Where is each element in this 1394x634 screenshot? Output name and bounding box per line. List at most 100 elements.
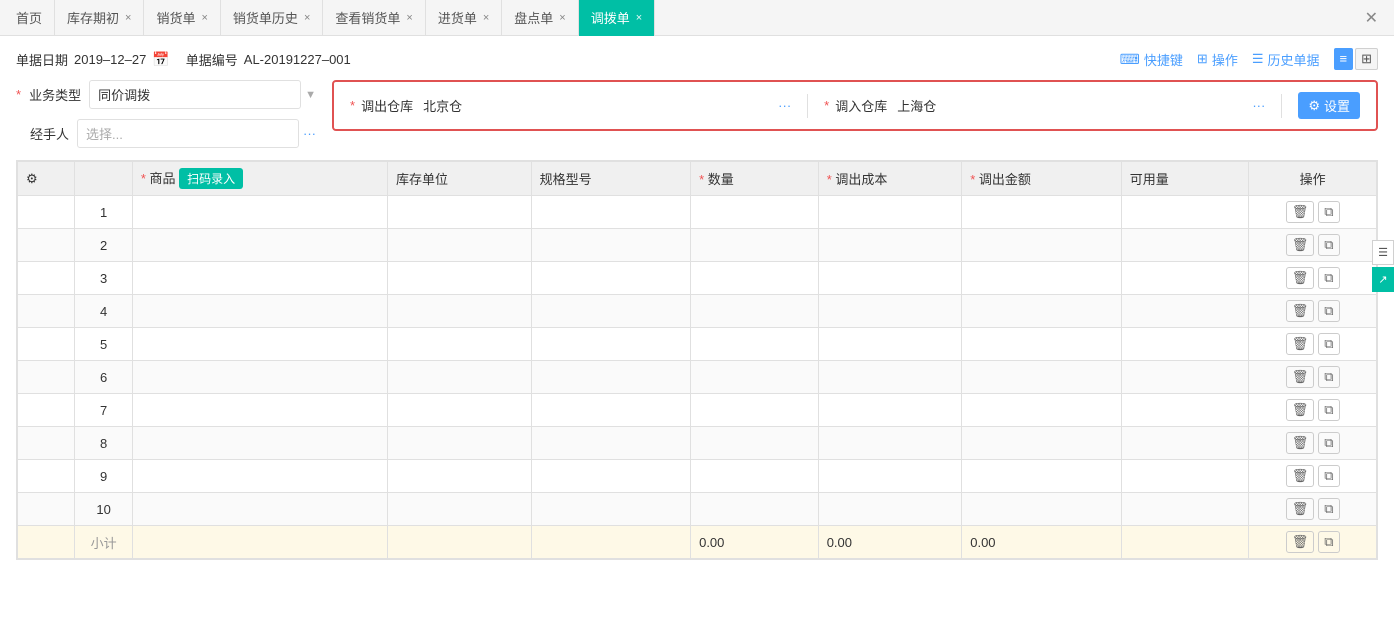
row-copy-btn[interactable]: ⧉: [1318, 267, 1339, 289]
row-cost[interactable]: [818, 328, 962, 361]
row-cost[interactable]: [818, 427, 962, 460]
row-delete-btn[interactable]: 🗑: [1286, 366, 1315, 388]
row-amount[interactable]: [962, 295, 1122, 328]
tab-stocktake[interactable]: 盘点单 ×: [502, 0, 578, 36]
row-copy-btn[interactable]: ⧉: [1318, 399, 1339, 421]
row-spec: [531, 460, 691, 493]
row-copy-btn[interactable]: ⧉: [1318, 333, 1339, 355]
col-gear[interactable]: ⚙: [18, 162, 75, 196]
row-cost[interactable]: [818, 493, 962, 526]
in-wh-value[interactable]: 上海仓: [897, 96, 936, 115]
row-amount[interactable]: [962, 196, 1122, 229]
row-qty[interactable]: [691, 262, 819, 295]
row-copy-btn[interactable]: ⧉: [1318, 465, 1339, 487]
row-qty[interactable]: [691, 394, 819, 427]
row-cost[interactable]: [818, 460, 962, 493]
row-qty[interactable]: [691, 229, 819, 262]
tab-home[interactable]: 首页: [4, 0, 55, 36]
row-amount[interactable]: [962, 460, 1122, 493]
row-amount[interactable]: [962, 262, 1122, 295]
handler-more-btn[interactable]: ···: [303, 126, 316, 141]
biz-type-dropdown-icon[interactable]: ▼: [305, 89, 316, 101]
ops-btn[interactable]: ⊞ 操作: [1197, 50, 1238, 69]
row-product[interactable]: [132, 493, 387, 526]
row-delete-btn[interactable]: 🗑: [1286, 300, 1315, 322]
tab-sales-history[interactable]: 销货单历史 ×: [221, 0, 323, 36]
settings-button[interactable]: ⚙ 设置: [1298, 92, 1360, 119]
row-qty[interactable]: [691, 361, 819, 394]
scan-input-btn[interactable]: 扫码录入: [179, 168, 243, 189]
row-copy-btn[interactable]: ⧉: [1318, 366, 1339, 388]
row-product[interactable]: [132, 196, 387, 229]
tab-close-sales-history[interactable]: ×: [304, 12, 310, 24]
view-btn-grid[interactable]: ⊞: [1355, 48, 1378, 70]
row-product[interactable]: [132, 460, 387, 493]
history-btn[interactable]: ☰ 历史单据: [1252, 50, 1320, 69]
row-delete-btn[interactable]: 🗑: [1286, 333, 1315, 355]
date-value[interactable]: 2019–12–27: [74, 52, 146, 67]
out-wh-value[interactable]: 北京仓: [423, 96, 462, 115]
row-copy-btn[interactable]: ⧉: [1318, 432, 1339, 454]
row-cost[interactable]: [818, 295, 962, 328]
tab-transfer[interactable]: 调拨单 ×: [579, 0, 655, 36]
tab-close-purchase[interactable]: ×: [483, 12, 489, 24]
in-wh-more-btn[interactable]: ···: [1252, 98, 1265, 113]
row-delete-btn[interactable]: 🗑: [1286, 201, 1315, 223]
view-btn-list[interactable]: ≡: [1334, 48, 1354, 70]
out-wh-more-btn[interactable]: ···: [778, 98, 791, 113]
row-product[interactable]: [132, 394, 387, 427]
row-delete-btn[interactable]: 🗑: [1286, 234, 1315, 256]
row-copy-btn[interactable]: ⧉: [1318, 498, 1339, 520]
row-delete-btn[interactable]: 🗑: [1286, 465, 1315, 487]
float-list-btn[interactable]: ☰: [1372, 240, 1394, 265]
row-delete-btn[interactable]: 🗑: [1286, 432, 1315, 454]
row-product[interactable]: [132, 427, 387, 460]
row-product[interactable]: [132, 295, 387, 328]
tab-close-transfer[interactable]: ×: [636, 12, 642, 24]
tab-purchase[interactable]: 进货单 ×: [426, 0, 502, 36]
row-delete-btn[interactable]: 🗑: [1286, 267, 1315, 289]
shortcut-btn[interactable]: ⌨ 快捷键: [1120, 50, 1183, 69]
handler-input[interactable]: 选择...: [77, 119, 299, 148]
row-qty[interactable]: [691, 427, 819, 460]
row-amount[interactable]: [962, 328, 1122, 361]
row-copy-btn[interactable]: ⧉: [1318, 234, 1339, 256]
row-qty[interactable]: [691, 493, 819, 526]
biz-type-select[interactable]: 同价调拨: [89, 80, 301, 109]
row-product[interactable]: [132, 328, 387, 361]
tab-close-inventory-init[interactable]: ×: [125, 12, 131, 24]
row-delete-btn[interactable]: 🗑: [1286, 498, 1315, 520]
tab-close-view-sales[interactable]: ×: [406, 12, 412, 24]
calendar-icon[interactable]: 📅: [152, 51, 169, 68]
row-amount[interactable]: [962, 361, 1122, 394]
float-export-btn[interactable]: ↗: [1372, 267, 1394, 292]
row-product[interactable]: [132, 262, 387, 295]
row-cost[interactable]: [818, 196, 962, 229]
row-delete-btn[interactable]: 🗑: [1286, 531, 1315, 553]
tab-view-sales[interactable]: 查看销货单 ×: [323, 0, 425, 36]
row-amount[interactable]: [962, 493, 1122, 526]
row-cost[interactable]: [818, 229, 962, 262]
row-qty[interactable]: [691, 295, 819, 328]
row-copy-btn[interactable]: ⧉: [1318, 300, 1339, 322]
row-cost: 0.00: [818, 526, 962, 559]
tab-sales-order[interactable]: 销货单 ×: [144, 0, 220, 36]
row-product[interactable]: [132, 229, 387, 262]
tab-close-stocktake[interactable]: ×: [559, 12, 565, 24]
row-qty[interactable]: [691, 460, 819, 493]
row-copy-btn[interactable]: ⧉: [1318, 201, 1339, 223]
row-cost[interactable]: [818, 262, 962, 295]
tab-inventory-init[interactable]: 库存期初 ×: [55, 0, 144, 36]
row-product[interactable]: [132, 361, 387, 394]
tab-close-sales-order[interactable]: ×: [201, 12, 207, 24]
row-delete-btn[interactable]: 🗑: [1286, 399, 1315, 421]
row-amount[interactable]: [962, 427, 1122, 460]
row-qty[interactable]: [691, 328, 819, 361]
row-qty[interactable]: [691, 196, 819, 229]
row-amount[interactable]: [962, 229, 1122, 262]
row-amount[interactable]: [962, 394, 1122, 427]
row-copy-btn[interactable]: ⧉: [1318, 531, 1339, 553]
row-cost[interactable]: [818, 361, 962, 394]
row-cost[interactable]: [818, 394, 962, 427]
window-close-button[interactable]: ✕: [1353, 8, 1390, 28]
